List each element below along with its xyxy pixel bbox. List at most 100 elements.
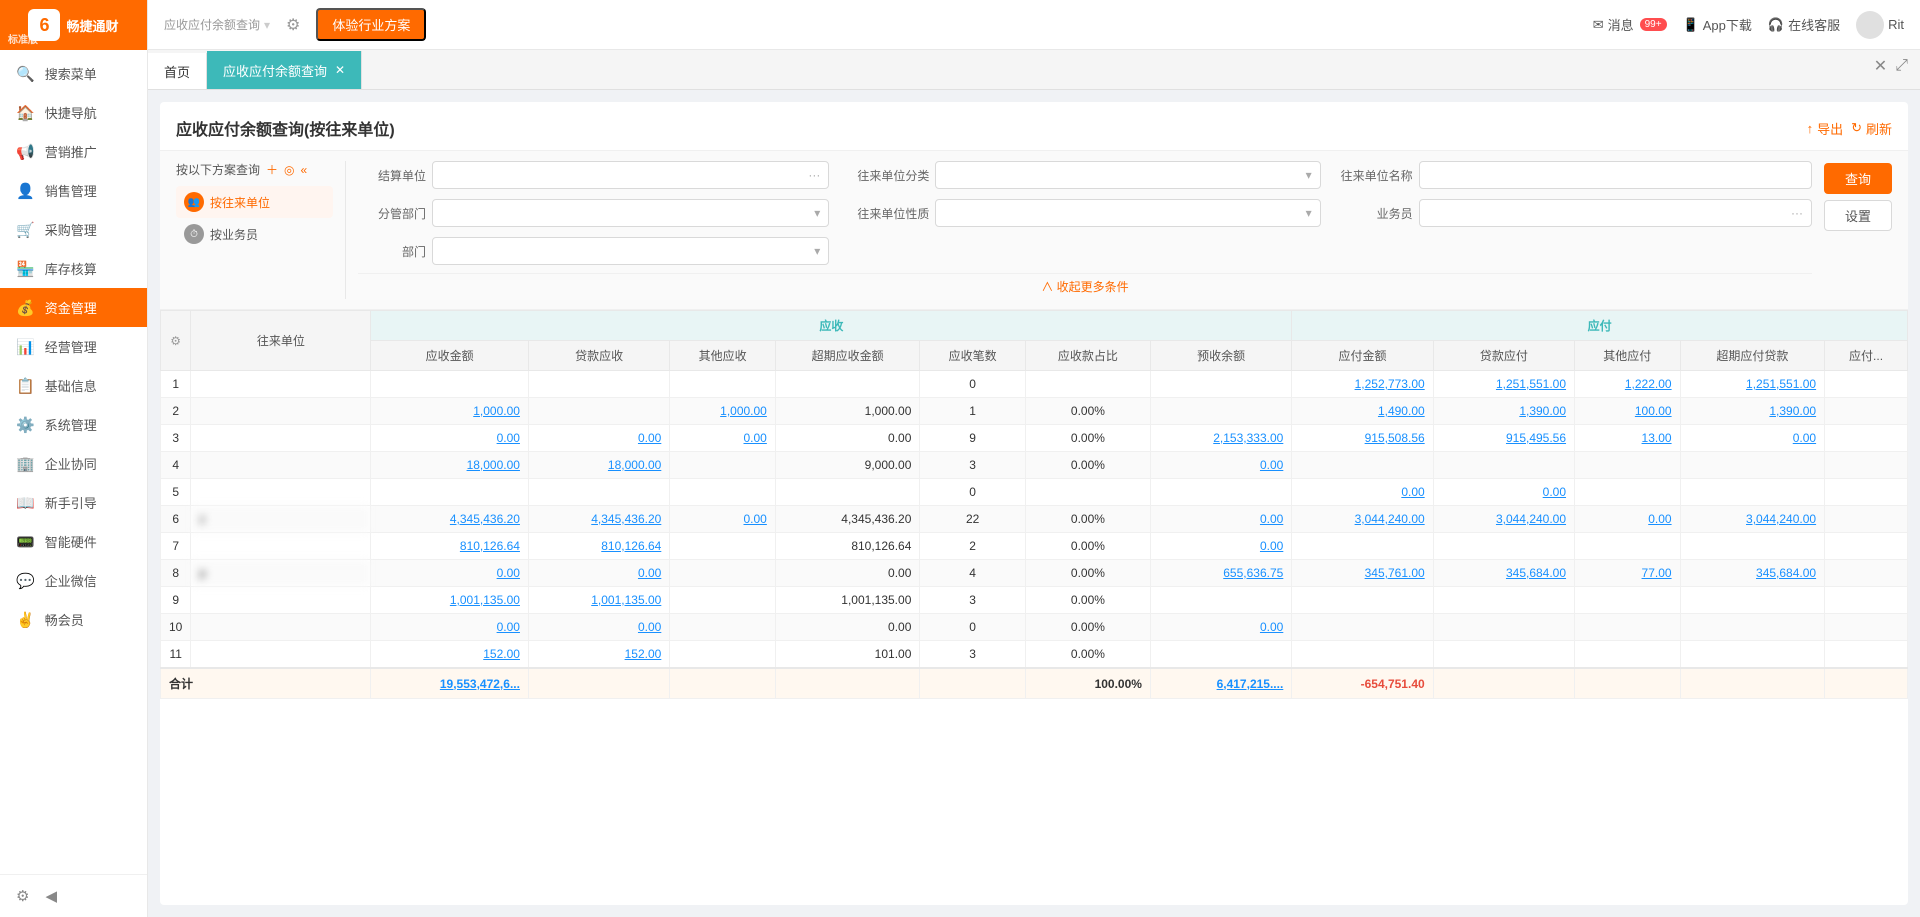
window-maximize-button[interactable]: ⤢ (1895, 57, 1908, 75)
by-partner-icon: 👥 (184, 192, 204, 212)
footer-ar-prepay[interactable]: 6,417,215.... (1150, 668, 1291, 699)
sidebar-item-quick-nav[interactable]: 🏠 快捷导航 (0, 93, 147, 132)
member-icon: ✌ (16, 611, 35, 629)
salesman-input[interactable]: ··· (1419, 199, 1812, 227)
th-partner-label: 往来单位 (257, 334, 305, 348)
collapse-scheme-icon[interactable]: « (301, 163, 308, 177)
header-settings-icon[interactable]: ⚙ (286, 15, 300, 35)
filter-by-partner[interactable]: 👥 按往来单位 (176, 186, 333, 218)
table-row: 7810,126.64810,126.64810,126.6420.00%0.0… (161, 533, 1908, 560)
by-salesman-label: 按业务员 (210, 226, 258, 243)
breadcrumb-arrow-icon: ▾ (264, 18, 270, 32)
footer-ar-ratio: 100.00% (1025, 668, 1150, 699)
sidebar-item-base-info[interactable]: 📋 基础信息 (0, 366, 147, 405)
inventory-icon: 🏪 (16, 260, 35, 278)
page-actions: ↑ 导出 ↻ 刷新 (1807, 119, 1892, 138)
footer-ar-amount[interactable]: 19,553,472,6... (371, 668, 529, 699)
th-ar-prepay: 预收余额 (1150, 341, 1291, 371)
sidebar-item-label: 企业微信 (45, 571, 97, 590)
avatar (1856, 11, 1884, 39)
tab-ar-ap-label: 应收应付余额查询 (223, 61, 327, 80)
sidebar-item-label: 系统管理 (45, 415, 97, 434)
sidebar-item-wechat[interactable]: 💬 企业微信 (0, 561, 147, 600)
sidebar-item-marketing[interactable]: 📢 营销推广 (0, 132, 147, 171)
online-service-button[interactable]: 🎧 在线客服 (1768, 15, 1840, 34)
sidebar-item-inventory[interactable]: 🏪 库存核算 (0, 249, 147, 288)
settings-button[interactable]: 设置 (1824, 200, 1892, 231)
partner-name-input[interactable] (1419, 161, 1812, 189)
sidebar-item-operations[interactable]: 📊 经营管理 (0, 327, 147, 366)
field-dept-manager: 分管部门 ▾ (358, 199, 829, 227)
partner-category-input[interactable]: ▾ (935, 161, 1320, 189)
table-row: 11152.00152.00101.0030.00% (161, 641, 1908, 669)
sidebar-collapse-button[interactable]: ◀ (45, 887, 57, 905)
header: 应收应付余额查询 ▾ ⚙ 体验行业方案 ✉ 消息 99+ 📱 App下载 🎧 在… (148, 0, 1920, 50)
th-ap-overdue: 超期应付贷款 (1680, 341, 1825, 371)
th-ar-other: 其他应收 (670, 341, 776, 371)
query-button[interactable]: 查询 (1824, 163, 1892, 194)
filter-scheme-panel: 按以下方案查询 ＋ ◎ « 👥 按往来单位 ⏱ 按业务员 (176, 161, 346, 299)
page-header: 应收应付余额查询(按往来单位) ↑ 导出 ↻ 刷新 (160, 102, 1908, 151)
message-button[interactable]: ✉ 消息 99+ (1593, 15, 1667, 34)
user-profile[interactable]: Rit (1856, 11, 1904, 39)
table-row: 8p0.000.000.0040.00%655,636.75345,761.00… (161, 560, 1908, 587)
filter-action-buttons: 查询 设置 (1824, 161, 1892, 299)
window-close-button[interactable]: ✕ (1874, 56, 1887, 76)
sidebar-item-label: 新手引导 (45, 493, 97, 512)
footer-ap-overdue (1680, 668, 1825, 699)
th-ar-count: 应收笔数 (920, 341, 1026, 371)
th-ap-cont: 应付... (1825, 341, 1908, 371)
tab-close-icon[interactable]: ✕ (335, 63, 345, 77)
by-partner-label: 按往来单位 (210, 194, 270, 211)
sidebar-settings-button[interactable]: ⚙ (16, 887, 29, 905)
service-icon: 🎧 (1768, 17, 1784, 33)
sidebar-item-label: 采购管理 (45, 220, 97, 239)
refresh-label: 刷新 (1866, 119, 1892, 138)
partner-category-label: 往来单位分类 (849, 167, 929, 184)
table-row: 6z4,345,436.204,345,436.200.004,345,436.… (161, 506, 1908, 533)
partner-name-label: 往来单位名称 (1341, 167, 1413, 184)
collapse-more-btn[interactable]: ∧ 收起更多条件 (358, 273, 1812, 299)
sidebar-item-member[interactable]: ✌ 畅会员 (0, 600, 147, 639)
settlement-unit-dots: ··· (808, 168, 820, 182)
sidebar-item-label: 搜索菜单 (45, 64, 97, 83)
tab-home[interactable]: 首页 (148, 53, 207, 89)
partner-nature-input[interactable]: ▾ (935, 199, 1320, 227)
guide-icon: 📖 (16, 494, 35, 512)
refresh-button[interactable]: ↻ 刷新 (1851, 119, 1892, 138)
dept-manager-arrow: ▾ (814, 206, 820, 220)
sidebar-item-finance[interactable]: 💰 资金管理 (0, 288, 147, 327)
salesman-label: 业务员 (1341, 205, 1413, 222)
footer-ar-overdue (775, 668, 920, 699)
operations-icon: 📊 (16, 338, 35, 356)
th-ar-ratio: 应收款占比 (1025, 341, 1150, 371)
sales-icon: 👤 (16, 182, 35, 200)
table-settings-icon[interactable]: ⚙ (170, 334, 181, 348)
sidebar-item-guide[interactable]: 📖 新手引导 (0, 483, 147, 522)
sidebar-item-hardware[interactable]: 📟 智能硬件 (0, 522, 147, 561)
message-label: 消息 (1608, 15, 1634, 34)
tab-ar-ap[interactable]: 应收应付余额查询 ✕ (207, 51, 362, 89)
export-button[interactable]: ↑ 导出 (1807, 119, 1844, 138)
promo-button[interactable]: 体验行业方案 (316, 8, 426, 41)
dept-input[interactable]: ▾ (432, 237, 829, 265)
breadcrumb: 应收应付余额查询 ▾ (164, 16, 270, 33)
table-row: 30.000.000.000.0090.00%2,153,333.00915,5… (161, 425, 1908, 452)
dept-manager-input[interactable]: ▾ (432, 199, 829, 227)
sidebar-item-purchase[interactable]: 🛒 采购管理 (0, 210, 147, 249)
dept-arrow: ▾ (814, 244, 820, 258)
app-download-button[interactable]: 📱 App下载 (1683, 15, 1752, 34)
settlement-unit-input[interactable]: ··· (432, 161, 829, 189)
th-ap-group: 应付 (1292, 311, 1908, 341)
edit-scheme-icon[interactable]: ◎ (284, 163, 294, 177)
footer-ar-other (670, 668, 776, 699)
sidebar-item-search-menu[interactable]: 🔍 搜索菜单 (0, 54, 147, 93)
sidebar-item-sales[interactable]: 👤 销售管理 (0, 171, 147, 210)
th-settings: ⚙ (161, 311, 191, 371)
field-settlement-unit: 结算单位 ··· (358, 161, 829, 189)
add-scheme-icon[interactable]: ＋ (266, 161, 278, 178)
sidebar-item-system[interactable]: ⚙️ 系统管理 (0, 405, 147, 444)
partner-category-arrow: ▾ (1306, 168, 1312, 182)
filter-by-salesman[interactable]: ⏱ 按业务员 (176, 218, 333, 250)
sidebar-item-enterprise[interactable]: 🏢 企业协同 (0, 444, 147, 483)
